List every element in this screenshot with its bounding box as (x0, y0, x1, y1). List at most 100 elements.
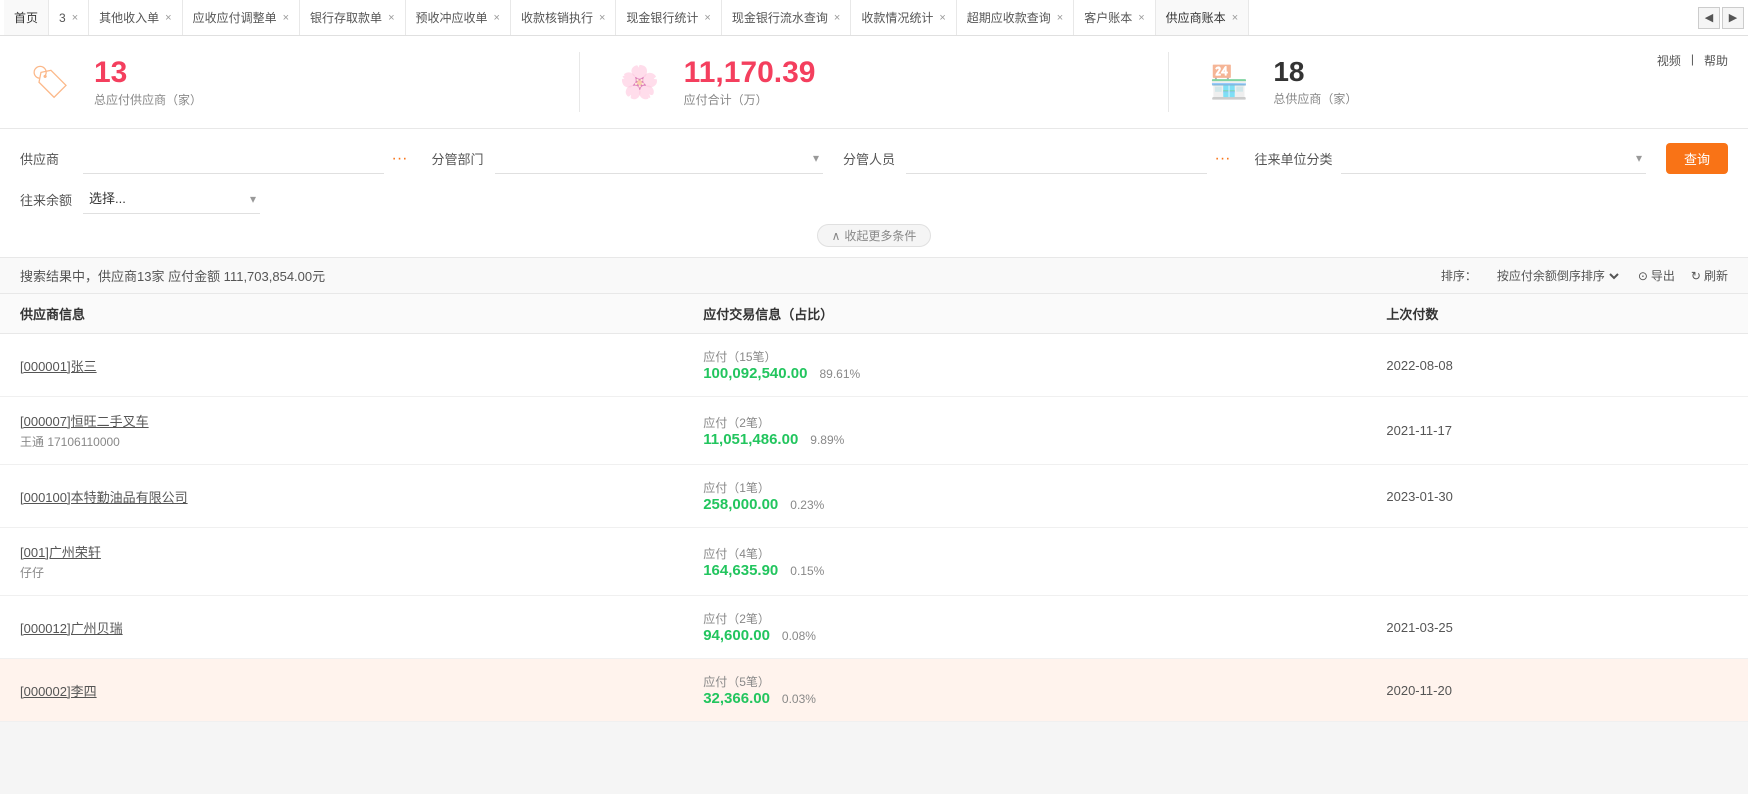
payable-amount[interactable]: 11,051,486.00 (703, 431, 798, 448)
close-icon[interactable]: × (165, 12, 171, 24)
stats-item-payable-total: 🌸 11,170.39 应付合计（万） (610, 52, 1139, 112)
close-icon[interactable]: × (1057, 12, 1063, 24)
close-icon[interactable]: × (388, 12, 394, 24)
close-icon[interactable]: × (599, 12, 605, 24)
unit-category-select[interactable] (1341, 143, 1646, 173)
supplier-link[interactable]: [000012]广州贝瑞 (20, 621, 123, 636)
top-nav: 首页 3 × 其他收入单 × 应收应付调整单 × 银行存取款单 × 预收冲应收单… (0, 0, 1748, 36)
dept-select[interactable] (495, 143, 824, 173)
last-pay-cell: 2020-11-20 (1386, 683, 1728, 698)
nav-tab-bank-deposit[interactable]: 银行存取款单 × (300, 0, 405, 36)
query-button[interactable]: 查询 (1666, 143, 1728, 174)
payable-info-cell: 应付（2笔）94,600.00 0.08% (703, 610, 1386, 644)
close-icon[interactable]: × (494, 12, 500, 24)
supplier-link[interactable]: [000001]张三 (20, 359, 97, 374)
close-icon[interactable]: × (834, 12, 840, 24)
payable-percent: 0.23% (790, 498, 824, 512)
payable-amount-row: 164,635.90 0.15% (703, 562, 1386, 579)
balance-label: 往来余额 (20, 190, 75, 209)
supplier-input[interactable] (83, 144, 384, 174)
nav-tab-customer-ledger[interactable]: 客户账本 × (1074, 0, 1155, 36)
result-bar: 搜索结果中，供应商13家 应付金额 111,703,854.00元 排序： 按应… (0, 258, 1748, 294)
payable-info-cell: 应付（4笔）164,635.900.15% (703, 545, 1386, 579)
supplier-link[interactable]: [001]广州荣轩 (20, 545, 101, 560)
sort-select[interactable]: 按应付余额倒序排序 (1493, 268, 1622, 284)
right-actions: 排序： 按应付余额倒序排序 ⊙ 导出 ↻ 刷新 (1441, 267, 1728, 284)
payable-desc: 应付（2笔） (703, 414, 1386, 431)
stats-text-suppliers: 13 总应付供应商（家） (94, 56, 202, 108)
nav-tab-cash-bank-stats[interactable]: 现金银行统计 × (616, 0, 721, 36)
payable-icon: 🌸 (610, 52, 670, 112)
payable-amount[interactable]: 94,600.00 (703, 627, 770, 644)
nav-prev-button[interactable]: ◀ (1698, 7, 1720, 29)
nav-tab-adjustment[interactable]: 应收应付调整单 × (183, 0, 300, 36)
table-body: [000001]张三 应付（15笔）100,092,540.00 89.61% 202… (0, 334, 1748, 722)
payable-amount[interactable]: 164,635.90 (703, 562, 778, 579)
supplier-link[interactable]: [000002]李四 (20, 684, 97, 699)
person-dots-icon[interactable]: ··· (1215, 150, 1231, 168)
payable-total-value: 11,170.39 (684, 56, 816, 89)
last-pay-cell: 2021-03-25 (1386, 620, 1728, 635)
supplier-sub: 仔仔 (20, 564, 703, 581)
payable-amount[interactable]: 258,000.00 (703, 496, 778, 513)
total-payable-suppliers-value: 13 (94, 56, 202, 89)
nav-tab-3[interactable]: 3 × (49, 0, 89, 36)
close-icon[interactable]: × (72, 12, 78, 24)
total-suppliers-label: 总供应商（家） (1273, 90, 1357, 107)
result-summary: 搜索结果中，供应商13家 应付金额 111,703,854.00元 (20, 266, 325, 285)
nav-tab-collection-stats[interactable]: 收款情况统计 × (851, 0, 956, 36)
nav-tab-cash-flow[interactable]: 现金银行流水查询 × (722, 0, 851, 36)
supplier-link[interactable]: [000007]恒旺二手叉车 (20, 414, 149, 429)
close-icon[interactable]: × (704, 12, 710, 24)
payable-info-cell: 应付（1笔）258,000.000.23% (703, 479, 1386, 513)
payable-amount-row: 100,092,540.00 89.61% (703, 365, 1386, 382)
stats-item-suppliers: 🏷 13 总应付供应商（家） (20, 52, 549, 112)
supplier-info-cell: [000100]本特勤油品有限公司 (20, 487, 703, 506)
collapse-label: 收起更多条件 (844, 227, 916, 244)
payable-info-cell: 应付（15笔）100,092,540.00 89.61% (703, 348, 1386, 382)
close-icon[interactable]: × (939, 12, 945, 24)
export-link[interactable]: ⊙ 导出 (1638, 267, 1675, 284)
nav-tab-other-income[interactable]: 其他收入单 × (89, 0, 182, 36)
payable-percent: 89.61% (819, 367, 860, 381)
collapse-row: ∧ 收起更多条件 (20, 224, 1728, 247)
close-icon[interactable]: × (283, 12, 289, 24)
payable-amount[interactable]: 100,092,540.00 (703, 365, 807, 382)
stats-text-total-suppliers: 18 总供应商（家） (1273, 57, 1357, 107)
payable-percent: 0.08% (782, 629, 816, 643)
nav-tab-overdue[interactable]: 超期应收款查询 × (957, 0, 1074, 36)
filter-row-2: 往来余额 选择... ▾ (20, 184, 1728, 214)
stats-item-total-suppliers: 🏪 18 总供应商（家） (1199, 52, 1728, 112)
help-link[interactable]: 帮助 (1704, 52, 1728, 69)
nav-arrows: ◀ ▶ (1698, 7, 1744, 29)
export-icon: ⊙ (1638, 269, 1648, 283)
payable-amount[interactable]: 32,366.00 (703, 690, 770, 707)
supplier-link[interactable]: [000100]本特勤油品有限公司 (20, 490, 188, 505)
payable-desc: 应付（15笔） (703, 348, 1386, 365)
person-input[interactable] (906, 144, 1207, 174)
refresh-link[interactable]: ↻ 刷新 (1691, 267, 1728, 284)
collapse-button[interactable]: ∧ 收起更多条件 (817, 224, 932, 247)
payable-percent: 0.15% (790, 564, 824, 578)
nav-tab-collection[interactable]: 收款核销执行 × (511, 0, 616, 36)
supplier-label: 供应商 (20, 149, 75, 168)
nav-tab-supplier-ledger[interactable]: 供应商账本 × (1156, 0, 1249, 36)
table-header: 供应商信息 应付交易信息（占比） 上次付数 (0, 294, 1748, 334)
supplier-dots-icon[interactable]: ··· (392, 150, 408, 168)
nav-next-button[interactable]: ▶ (1722, 7, 1744, 29)
table-row: [000012]广州贝瑞 应付（2笔）94,600.00 0.08% 2021-03-… (0, 596, 1748, 659)
nav-tab-advance[interactable]: 预收冲应收单 × (406, 0, 511, 36)
close-icon[interactable]: × (1138, 12, 1144, 24)
col-payable-header: 应付交易信息（占比） (703, 304, 1386, 323)
export-label: 导出 (1651, 267, 1675, 284)
total-payable-suppliers-label: 总应付供应商（家） (94, 91, 202, 108)
video-link[interactable]: 视频 (1657, 52, 1681, 69)
nav-tab-home[interactable]: 首页 (4, 0, 49, 36)
payable-info-cell: 应付（5笔）32,366.000.03% (703, 673, 1386, 707)
balance-select[interactable]: 选择... (83, 184, 260, 214)
payable-desc: 应付（2笔） (703, 610, 1386, 627)
filter-dept: 分管部门 ▾ (432, 144, 824, 174)
balance-select-wrapper: 选择... ▾ (83, 184, 260, 214)
filter-balance: 往来余额 选择... ▾ (20, 184, 260, 214)
close-icon[interactable]: × (1232, 12, 1238, 24)
